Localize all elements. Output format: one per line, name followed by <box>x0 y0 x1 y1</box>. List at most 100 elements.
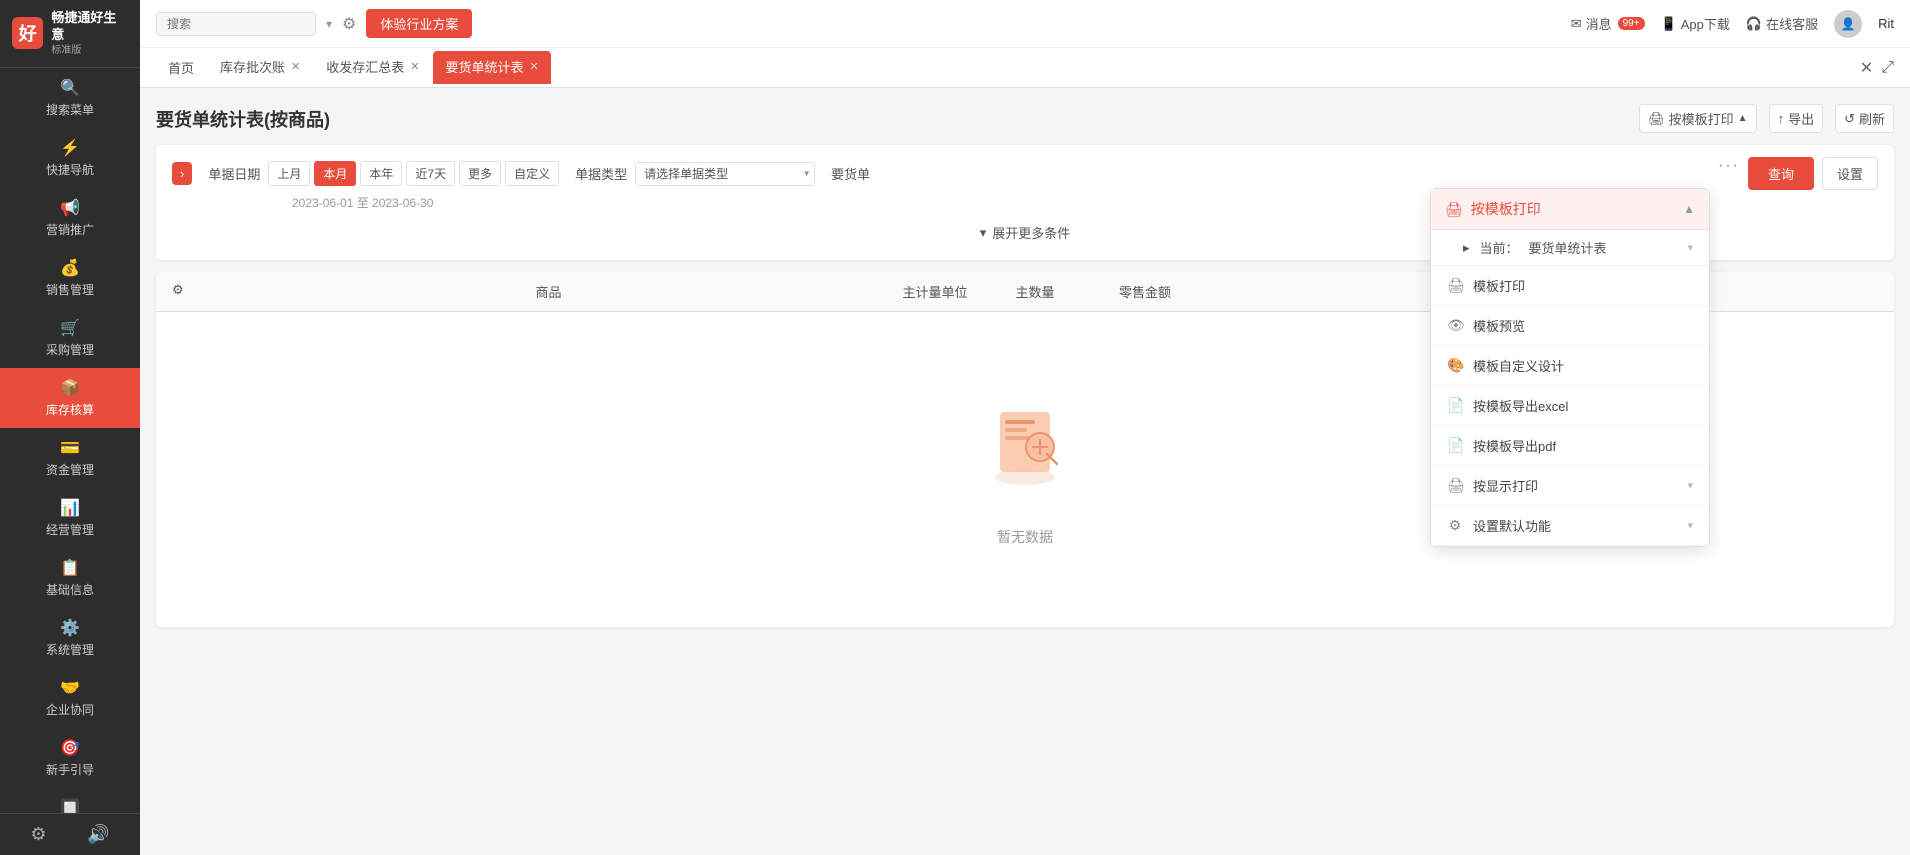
search-input[interactable] <box>156 12 316 36</box>
dropdown-arrow[interactable]: ▾ <box>326 17 332 31</box>
dropdown-item-template-preview[interactable]: 👁 模板预览 <box>1431 306 1709 346</box>
settings-button[interactable]: 设置 <box>1822 157 1878 190</box>
app-subtitle: 标准版 <box>51 44 128 57</box>
username[interactable]: Rit <box>1878 16 1894 31</box>
settings-icon[interactable]: ⚙ <box>342 14 356 34</box>
sidebar-item-label: 营销推广 <box>46 221 94 238</box>
refresh-icon: ↺ <box>1844 111 1855 127</box>
display-print-left: 🖨 按显示打印 <box>1447 476 1538 495</box>
online-service-group[interactable]: 🎧 在线客服 <box>1746 14 1818 33</box>
tab-inventory-batch-close[interactable]: ✕ <box>291 60 300 73</box>
service-icon: 🎧 <box>1746 16 1762 32</box>
date-btn-custom[interactable]: 自定义 <box>505 161 559 186</box>
sidebar: 好 畅捷通好生意 标准版 🔍 搜索菜单 ⚡ 快捷导航 📢 营销推广 💰 销售管理… <box>0 0 140 855</box>
dropdown-item-template-design[interactable]: 🎨 模板自定义设计 <box>1431 346 1709 386</box>
messages-group[interactable]: ✉ 消息 99+ <box>1571 14 1645 33</box>
tab-receipt-summary[interactable]: 收发存汇总表 ✕ <box>314 51 431 84</box>
search-icon: 🔍 <box>60 78 80 98</box>
expand-window-icon[interactable]: ⤢ <box>1881 59 1894 77</box>
logo-icon: 好 <box>12 17 43 49</box>
sidebar-item-apps[interactable]: 🔲 应用中心 <box>0 788 140 813</box>
type-select[interactable]: 请选择单据类型 <box>635 162 815 186</box>
sidebar-item-label: 采购管理 <box>46 341 94 358</box>
col-quantity: 主数量 <box>985 282 1085 301</box>
system-icon: ⚙️ <box>60 618 80 638</box>
print-dropdown-trigger[interactable]: 🖨 按模板打印 ▲ <box>1639 104 1756 133</box>
order-filter-label: 要货单 <box>831 164 870 183</box>
tab-inventory-batch[interactable]: 库存批次账 ✕ <box>208 51 312 84</box>
tab-order-stats-close[interactable]: ✕ <box>530 60 539 73</box>
dropdown-item-export-pdf[interactable]: 📄 按模板导出pdf <box>1431 426 1709 466</box>
date-btn-this-year[interactable]: 本年 <box>360 161 402 186</box>
sidebar-item-inventory[interactable]: 📦 库存核算 <box>0 368 140 428</box>
date-filter: 单据日期 上月 本月 本年 近7天 更多 自定义 <box>208 161 559 186</box>
display-print-icon: 🖨 <box>1447 477 1463 494</box>
refresh-label: 刷新 <box>1859 109 1885 128</box>
messages-label: 消息 <box>1586 14 1612 33</box>
avatar-icon: 👤 <box>1841 17 1856 31</box>
more-options-icon[interactable]: ··· <box>1718 157 1740 190</box>
tab-order-stats[interactable]: 要货单统计表 ✕ <box>433 51 550 84</box>
logo-area: 好 畅捷通好生意 标准版 <box>0 0 140 68</box>
tab-receipt-summary-close[interactable]: ✕ <box>410 60 419 73</box>
sidebar-item-basic[interactable]: 📋 基础信息 <box>0 548 140 608</box>
date-filter-label: 单据日期 <box>208 164 260 183</box>
dropdown-item-display-print[interactable]: 🖨 按显示打印 ▾ <box>1431 466 1709 506</box>
sidebar-item-purchase[interactable]: 🛒 采购管理 <box>0 308 140 368</box>
app-download-group[interactable]: 📱 App下载 <box>1661 14 1730 33</box>
template-preview-icon: 👁 <box>1447 317 1463 334</box>
query-button[interactable]: 查询 <box>1748 157 1814 190</box>
finance-icon: 💳 <box>60 438 80 458</box>
close-window-icon[interactable]: ✕ <box>1860 58 1873 78</box>
sidebar-item-marketing[interactable]: 📢 营销推广 <box>0 188 140 248</box>
collab-icon: 🤝 <box>60 678 80 698</box>
date-btn-7days[interactable]: 近7天 <box>406 161 455 186</box>
refresh-button[interactable]: ↺ 刷新 <box>1835 104 1894 133</box>
sidebar-item-sales[interactable]: 💰 销售管理 <box>0 248 140 308</box>
col-settings[interactable]: ⚙ <box>172 282 212 301</box>
audio-icon[interactable]: 🔊 <box>87 824 109 845</box>
print-label: 按模板打印 <box>1669 109 1734 128</box>
user-avatar[interactable]: 👤 <box>1834 10 1862 38</box>
online-service-label: 在线客服 <box>1766 14 1818 33</box>
printer-icon: 🖨 <box>1648 111 1665 127</box>
sidebar-item-shortcut[interactable]: ⚡ 快捷导航 <box>0 128 140 188</box>
sidebar-item-label: 库存核算 <box>46 401 94 418</box>
sidebar-item-finance[interactable]: 💳 资金管理 <box>0 428 140 488</box>
marketing-icon: 📢 <box>60 198 80 218</box>
shortcut-icon: ⚡ <box>60 138 80 158</box>
dropdown-header-left: 🖨 按模板打印 <box>1445 199 1541 219</box>
filter-row-1: › 单据日期 上月 本月 本年 近7天 更多 自定义 单据类型 <box>172 157 1878 190</box>
tab-order-stats-label: 要货单统计表 <box>445 57 523 76</box>
type-filter-label: 单据类型 <box>575 164 627 183</box>
page-actions: 🖨 按模板打印 ▲ ↑ 导出 ↺ 刷新 <box>1639 104 1894 133</box>
current-template-label[interactable]: ▸ 当前： 要货单统计表 ▾ <box>1431 230 1709 266</box>
sidebar-item-system[interactable]: ⚙️ 系统管理 <box>0 608 140 668</box>
page-title: 要货单统计表(按商品) <box>156 106 330 132</box>
expand-label: 展开更多条件 <box>992 223 1070 242</box>
dropdown-header[interactable]: 🖨 按模板打印 ▲ <box>1431 189 1709 230</box>
sidebar-item-label: 新手引导 <box>46 761 94 778</box>
date-btn-this-month[interactable]: 本月 <box>314 161 356 186</box>
topbar: ▾ ⚙ 体验行业方案 ✉ 消息 99+ 📱 App下载 🎧 在线客服 👤 Rit <box>140 0 1910 48</box>
sidebar-item-guide[interactable]: 🎯 新手引导 <box>0 728 140 788</box>
apps-icon: 🔲 <box>60 798 80 813</box>
sidebar-item-search[interactable]: 🔍 搜索菜单 <box>0 68 140 128</box>
sidebar-item-operation[interactable]: 📊 经营管理 <box>0 488 140 548</box>
print-dropdown-panel: 🖨 按模板打印 ▲ ▸ 当前： 要货单统计表 ▾ 🖨 模板打印 👁 模板预览 <box>1430 188 1710 547</box>
dropdown-item-default-setting[interactable]: ⚙ 设置默认功能 ▾ <box>1431 506 1709 546</box>
tab-home[interactable]: 首页 <box>156 52 206 83</box>
window-controls: ✕ ⤢ <box>1860 58 1894 78</box>
filter-expand-icon[interactable]: › <box>172 162 192 185</box>
phone-icon: 📱 <box>1661 16 1677 32</box>
date-btn-last-month[interactable]: 上月 <box>268 161 310 186</box>
date-btn-more[interactable]: 更多 <box>459 161 501 186</box>
dropdown-item-template-print[interactable]: 🖨 模板打印 <box>1431 266 1709 306</box>
template-design-icon: 🎨 <box>1447 357 1463 374</box>
sidebar-item-collab[interactable]: 🤝 企业协同 <box>0 668 140 728</box>
settings-icon[interactable]: ⚙ <box>30 824 46 845</box>
sidebar-bottom: ⚙ 🔊 <box>0 813 140 855</box>
export-button[interactable]: ↑ 导出 <box>1769 104 1824 133</box>
dropdown-item-export-excel[interactable]: 📄 按模板导出excel <box>1431 386 1709 426</box>
trial-button[interactable]: 体验行业方案 <box>366 9 472 38</box>
